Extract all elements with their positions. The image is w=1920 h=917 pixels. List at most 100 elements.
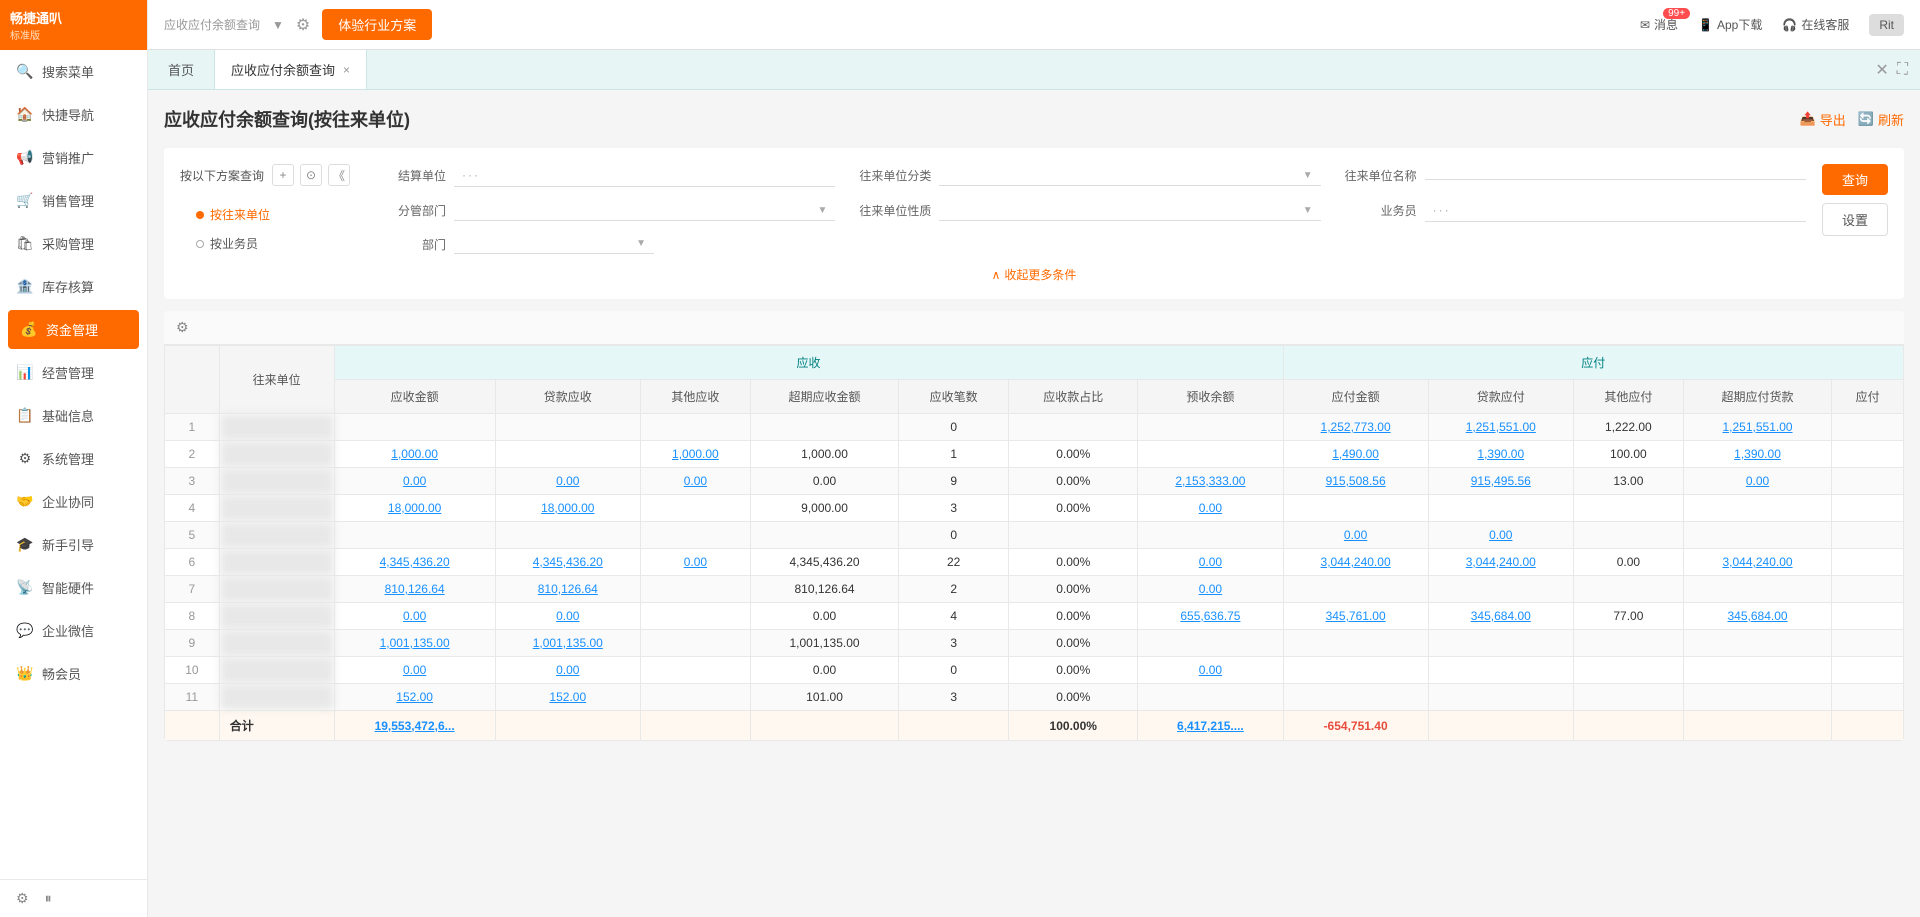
- filter-input-department[interactable]: ▼: [454, 234, 654, 254]
- tab-close-icon[interactable]: ×: [343, 63, 350, 77]
- sidebar-item-sales[interactable]: 🛒 销售管理: [0, 179, 147, 222]
- loan-ap[interactable]: 345,684.00: [1428, 603, 1573, 630]
- sidebar-item-quick-nav[interactable]: 🏠 快捷导航: [0, 93, 147, 136]
- ar-amount[interactable]: 810,126.64: [334, 576, 495, 603]
- topbar-gear-icon[interactable]: ⚙: [296, 15, 310, 35]
- message-button[interactable]: ✉ 消息 99+: [1640, 16, 1678, 33]
- sidebar-item-inventory[interactable]: 🏦 库存核算: [0, 265, 147, 308]
- collapse-icon[interactable]: ⏸: [45, 890, 52, 907]
- loan-ar[interactable]: 810,126.64: [495, 576, 640, 603]
- ap-amount[interactable]: 345,761.00: [1283, 603, 1428, 630]
- filter-input-dept[interactable]: ▼: [454, 201, 835, 221]
- advance-balance[interactable]: 0.00: [1138, 657, 1283, 684]
- topbar-dropdown-icon[interactable]: ▼: [272, 18, 284, 32]
- loan-ar[interactable]: 4,345,436.20: [495, 549, 640, 576]
- export-button[interactable]: 📤 导出: [1800, 110, 1846, 129]
- filter-input-settlement[interactable]: ···: [454, 164, 835, 187]
- total-ar-amount[interactable]: 19,553,472,6...: [334, 711, 495, 741]
- ar-count: 3: [899, 630, 1009, 657]
- sidebar-item-member[interactable]: 👑 畅会员: [0, 652, 147, 695]
- loan-ap[interactable]: 1,390.00: [1428, 441, 1573, 468]
- loan-ap[interactable]: 915,495.56: [1428, 468, 1573, 495]
- loan-ar[interactable]: 18,000.00: [495, 495, 640, 522]
- settings-bottom-icon[interactable]: ⚙: [16, 890, 29, 907]
- ap-amount[interactable]: 915,508.56: [1283, 468, 1428, 495]
- sidebar-item-operations[interactable]: 📊 经营管理: [0, 351, 147, 394]
- query-button[interactable]: 查询: [1822, 164, 1888, 195]
- ar-amount[interactable]: 0.00: [334, 468, 495, 495]
- sidebar-item-hardware[interactable]: 📡 智能硬件: [0, 566, 147, 609]
- filter-input-partner-name[interactable]: [1425, 171, 1806, 180]
- loan-ap: [1428, 684, 1573, 711]
- sidebar-item-collab[interactable]: 🤝 企业协同: [0, 480, 147, 523]
- loan-ar[interactable]: 0.00: [495, 603, 640, 630]
- filter-input-partner-category[interactable]: ▼: [939, 166, 1320, 186]
- tab-close-window-icon[interactable]: ✕: [1875, 60, 1888, 80]
- advance-balance[interactable]: 0.00: [1138, 549, 1283, 576]
- tab-expand-icon[interactable]: ⛶: [1897, 61, 1908, 79]
- loan-ar[interactable]: 1,001,135.00: [495, 630, 640, 657]
- ar-amount[interactable]: 0.00: [334, 657, 495, 684]
- sidebar-item-basic[interactable]: 📋 基础信息: [0, 394, 147, 437]
- sidebar-item-marketing[interactable]: 📢 营销推广: [0, 136, 147, 179]
- filter-label-salesperson: 业务员: [1337, 202, 1417, 219]
- sidebar-item-wechat[interactable]: 💬 企业微信: [0, 609, 147, 652]
- other-ar[interactable]: 0.00: [640, 468, 750, 495]
- loan-ar[interactable]: 0.00: [495, 657, 640, 684]
- ap-extra: [1832, 414, 1904, 441]
- filter-option-partner[interactable]: 按往来单位: [188, 202, 350, 227]
- filter-input-partner-nature[interactable]: ▼: [939, 201, 1320, 221]
- app-download-button[interactable]: 📱 App下载: [1698, 16, 1762, 33]
- advance-balance[interactable]: 0.00: [1138, 576, 1283, 603]
- cart-icon: 🛒: [16, 192, 34, 210]
- collapse-conditions-btn[interactable]: ∧ 收起更多条件: [180, 266, 1888, 283]
- refresh-button[interactable]: 🔄 刷新: [1858, 110, 1904, 129]
- ap-amount[interactable]: 0.00: [1283, 522, 1428, 549]
- advance-balance[interactable]: 2,153,333.00: [1138, 468, 1283, 495]
- loan-ap[interactable]: 0.00: [1428, 522, 1573, 549]
- settings-button[interactable]: 设置: [1822, 203, 1888, 236]
- ar-amount[interactable]: 4,345,436.20: [334, 549, 495, 576]
- user-avatar[interactable]: Rit: [1869, 14, 1904, 36]
- filter-option-active-dot: [196, 211, 204, 219]
- ar-amount[interactable]: 1,000.00: [334, 441, 495, 468]
- sidebar-item-label: 企业微信: [42, 621, 94, 640]
- other-ar[interactable]: 0.00: [640, 549, 750, 576]
- table-settings-icon[interactable]: ⚙: [176, 319, 189, 336]
- overdue-ap[interactable]: 0.00: [1683, 468, 1831, 495]
- filter-settings-btn[interactable]: ⊙: [300, 164, 322, 186]
- sidebar-item-search[interactable]: 🔍 搜索菜单: [0, 50, 147, 93]
- filter-input-salesperson[interactable]: ···: [1425, 199, 1806, 222]
- total-advance-balance[interactable]: 6,417,215....: [1138, 711, 1283, 741]
- sidebar-item-system[interactable]: ⚙ 系统管理: [0, 437, 147, 480]
- advance-balance[interactable]: 0.00: [1138, 495, 1283, 522]
- overdue-ap[interactable]: 1,251,551.00: [1683, 414, 1831, 441]
- online-service-button[interactable]: 🎧 在线客服: [1782, 16, 1849, 33]
- loan-ar[interactable]: 0.00: [495, 468, 640, 495]
- tab-home[interactable]: 首页: [148, 50, 215, 89]
- ap-amount[interactable]: 1,490.00: [1283, 441, 1428, 468]
- loan-ap[interactable]: 3,044,240.00: [1428, 549, 1573, 576]
- ar-amount[interactable]: 1,001,135.00: [334, 630, 495, 657]
- advance-balance[interactable]: 655,636.75: [1138, 603, 1283, 630]
- overdue-ap[interactable]: 345,684.00: [1683, 603, 1831, 630]
- ar-amount[interactable]: 152.00: [334, 684, 495, 711]
- ar-amount[interactable]: 0.00: [334, 603, 495, 630]
- ar-amount[interactable]: 18,000.00: [334, 495, 495, 522]
- tab-active-label[interactable]: 应收应付余额查询: [231, 60, 335, 79]
- solution-button[interactable]: 体验行业方案: [322, 9, 432, 40]
- loan-ar[interactable]: 152.00: [495, 684, 640, 711]
- sidebar-item-purchase[interactable]: 🛍 采购管理: [0, 222, 147, 265]
- filter-collapse-btn[interactable]: 《: [328, 164, 350, 186]
- loan-ap[interactable]: 1,251,551.00: [1428, 414, 1573, 441]
- hardware-icon: 📡: [16, 579, 34, 597]
- ap-amount[interactable]: 1,252,773.00: [1283, 414, 1428, 441]
- other-ar[interactable]: 1,000.00: [640, 441, 750, 468]
- overdue-ap[interactable]: 3,044,240.00: [1683, 549, 1831, 576]
- filter-option-salesperson[interactable]: 按业务员: [188, 231, 350, 256]
- filter-add-btn[interactable]: +: [272, 164, 294, 186]
- sidebar-item-finance[interactable]: 💰 资金管理: [8, 310, 139, 349]
- overdue-ap[interactable]: 1,390.00: [1683, 441, 1831, 468]
- ap-amount[interactable]: 3,044,240.00: [1283, 549, 1428, 576]
- sidebar-item-guide[interactable]: 🎓 新手引导: [0, 523, 147, 566]
